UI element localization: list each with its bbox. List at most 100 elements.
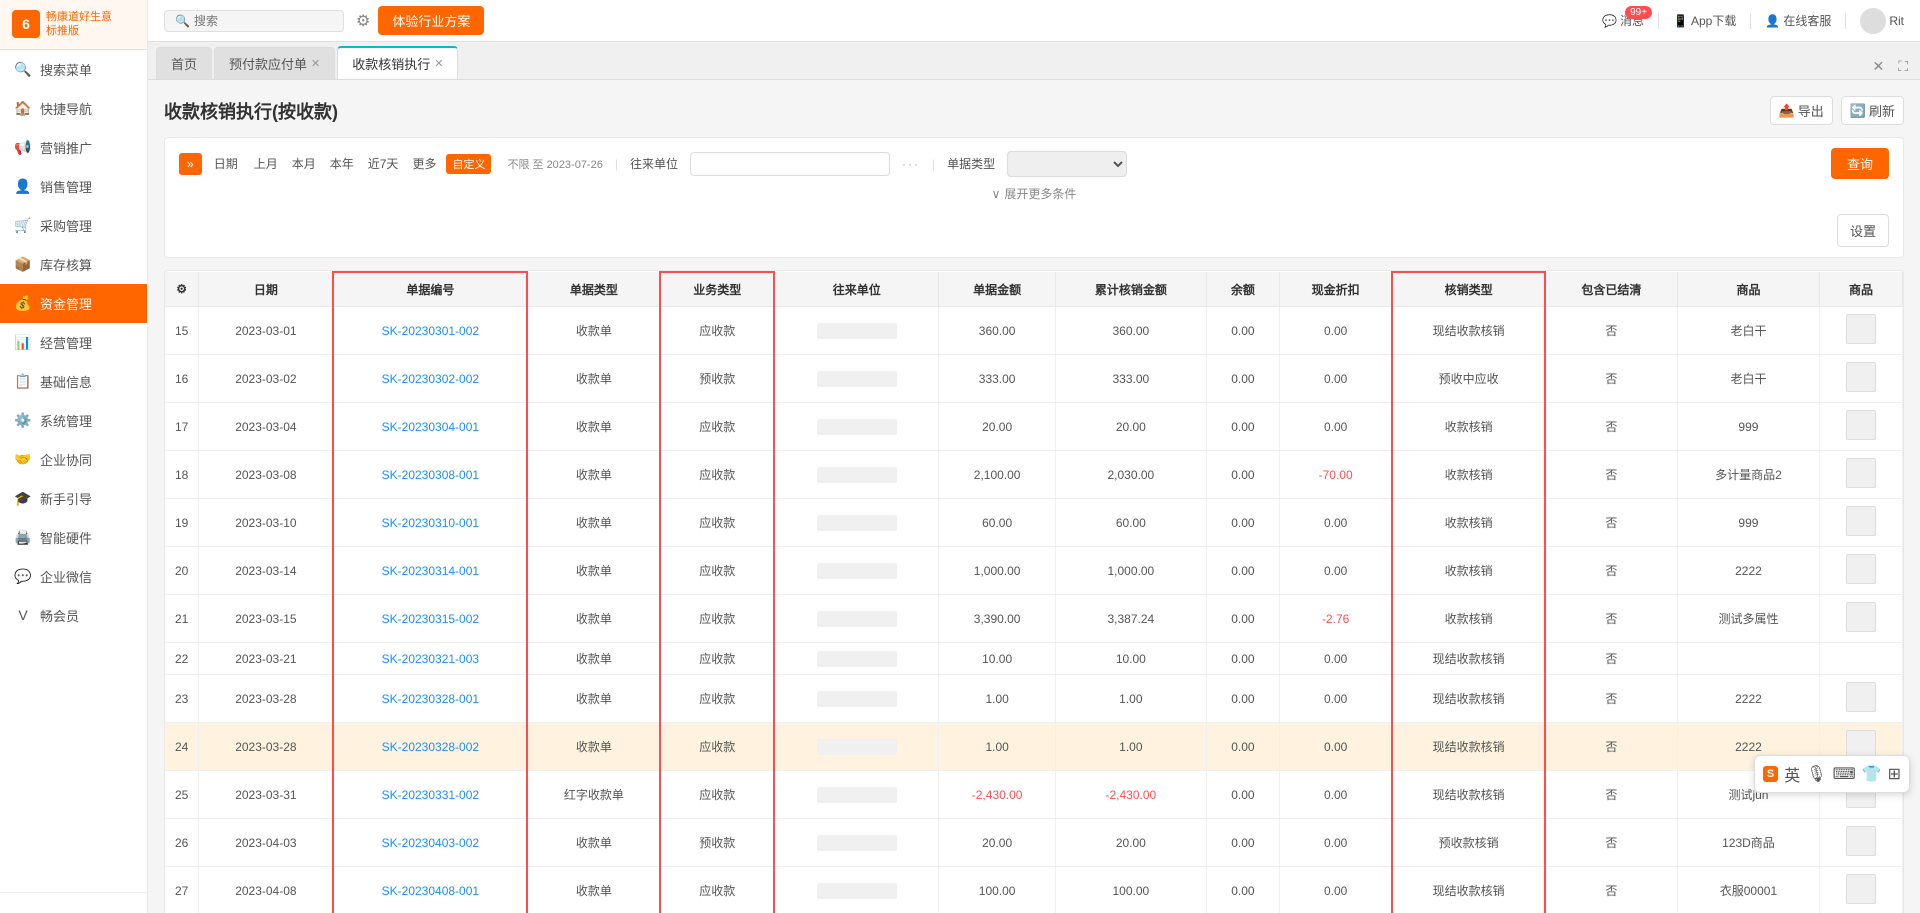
divider2 [1750, 13, 1751, 29]
td-no: 27 [165, 867, 199, 913]
partner-dots[interactable]: ··· [902, 157, 920, 171]
bill-no-link[interactable]: SK-20230328-002 [382, 740, 479, 754]
td-product: 2222 [1677, 547, 1819, 595]
sidebar-label-system: 系统管理 [40, 411, 92, 430]
filter-bar: » 日期 上月 本月 本年 近7天 更多 自定义 不限 至 2023-07-26… [164, 137, 1904, 258]
expand-icon[interactable]: ⛶ [1894, 54, 1912, 79]
bill-no-link[interactable]: SK-20230331-002 [382, 788, 479, 802]
bill-no-link[interactable]: SK-20230304-001 [382, 420, 479, 434]
ft-mic-icon[interactable]: 🎙 [1806, 764, 1826, 784]
app-download-label: App下载 [1691, 12, 1736, 29]
th-balance: 余额 [1206, 272, 1279, 307]
th-verify-type: 核销类型 [1392, 272, 1545, 307]
table-row: 24 2023-03-28 SK-20230328-002 收款单 应收款 1.… [165, 723, 1903, 771]
tab-prepay[interactable]: 预付款应付单✕ [214, 47, 335, 79]
ft-grid-icon[interactable]: ⊞ [1888, 764, 1901, 784]
message-button[interactable]: 💬 消息 99+ [1602, 12, 1644, 29]
td-no: 20 [165, 547, 199, 595]
date-range-display: 不限 至 2023-07-26 [507, 156, 602, 172]
sidebar-item-wechat[interactable]: 💬企业微信 [0, 557, 147, 596]
sidebar-item-enterprise[interactable]: 🤝企业协同 [0, 440, 147, 479]
bill-no-link[interactable]: SK-20230301-002 [382, 324, 479, 338]
topbar-search-box[interactable]: 🔍 [164, 10, 344, 32]
sidebar-item-system[interactable]: ⚙️系统管理 [0, 401, 147, 440]
query-button[interactable]: 查询 [1831, 148, 1889, 179]
bill-no-link[interactable]: SK-20230310-001 [382, 516, 479, 530]
bill-no-link[interactable]: SK-20230308-001 [382, 468, 479, 482]
td-product: 多计量商品2 [1677, 451, 1819, 499]
bill-no-link[interactable]: SK-20230403-002 [382, 836, 479, 850]
td-partner [774, 595, 939, 643]
td-included: 否 [1545, 723, 1677, 771]
td-date: 2023-03-28 [199, 723, 334, 771]
td-discount: -2.76 [1279, 595, 1392, 643]
sidebar-label-enterprise: 企业协同 [40, 450, 92, 469]
sidebar-item-search[interactable]: 🔍搜索菜单 [0, 50, 147, 89]
bill-no-link[interactable]: SK-20230302-002 [382, 372, 479, 386]
ft-keyboard-icon[interactable]: ⌨ [1833, 764, 1856, 784]
td-bill-type: 收款单 [527, 643, 660, 675]
sidebar-item-finance[interactable]: 💰资金管理 [0, 284, 147, 323]
phone-icon: 📱 [1673, 14, 1688, 28]
product-image [1846, 682, 1876, 712]
close-tab-icon[interactable]: ✕ [1868, 54, 1888, 79]
expand-more-conditions[interactable]: ∨ 展开更多条件 [179, 179, 1889, 208]
sidebar-item-operation[interactable]: 📊经营管理 [0, 323, 147, 362]
tab-close-prepay[interactable]: ✕ [311, 57, 320, 70]
td-product-img [1820, 355, 1903, 403]
bill-no-link[interactable]: SK-20230315-002 [382, 612, 479, 626]
bill-no-link[interactable]: SK-20230408-001 [382, 884, 479, 898]
td-verify-type: 预收款核销 [1392, 819, 1545, 867]
td-balance: 0.00 [1206, 403, 1279, 451]
bill-type-select[interactable] [1007, 151, 1127, 177]
sidebar-item-guide[interactable]: 🎓新手引导 [0, 479, 147, 518]
sidebar-item-marketing[interactable]: 📢营销推广 [0, 128, 147, 167]
td-balance: 0.00 [1206, 819, 1279, 867]
refresh-button[interactable]: 🔄 刷新 [1841, 96, 1904, 125]
bill-no-link[interactable]: SK-20230321-003 [382, 652, 479, 666]
date-custom-btn[interactable]: 自定义 [446, 154, 491, 174]
th-settings[interactable]: ⚙ [165, 272, 199, 307]
sidebar-item-sales[interactable]: 👤销售管理 [0, 167, 147, 206]
td-product: 123D商品 [1677, 819, 1819, 867]
tab-home[interactable]: 首页 [156, 47, 212, 79]
ft-shirt-icon[interactable]: 👕 [1862, 764, 1882, 784]
app-download-button[interactable]: 📱 App下载 [1673, 12, 1736, 29]
bill-no-link[interactable]: SK-20230328-001 [382, 692, 479, 706]
finance-icon: 💰 [14, 294, 32, 312]
sidebar-item-basic[interactable]: 📋基础信息 [0, 362, 147, 401]
sidebar-label-marketing: 营销推广 [40, 138, 92, 157]
sidebar-item-inventory[interactable]: 📦库存核算 [0, 245, 147, 284]
product-image [1846, 362, 1876, 392]
bill-no-link[interactable]: SK-20230314-001 [382, 564, 479, 578]
td-amount: 10.00 [939, 643, 1055, 675]
ft-label[interactable]: 英 [1784, 762, 1800, 786]
td-balance: 0.00 [1206, 595, 1279, 643]
sidebar-item-quick[interactable]: 🏠快捷导航 [0, 89, 147, 128]
date-more[interactable]: 更多 [408, 153, 440, 174]
online-service-button[interactable]: 👤 在线客服 [1765, 12, 1831, 29]
sidebar-item-member[interactable]: V畅会员 [0, 596, 147, 635]
tab-close-collect[interactable]: ✕ [434, 57, 443, 70]
date-prev-month[interactable]: 上月 [250, 153, 282, 174]
date-this-year[interactable]: 本年 [326, 153, 358, 174]
td-biz-type: 预收款 [660, 819, 774, 867]
sidebar-item-hardware[interactable]: 🖨️智能硬件 [0, 518, 147, 557]
td-bill-no: SK-20230301-002 [333, 307, 527, 355]
gear-icon[interactable]: ⚙ [356, 11, 370, 31]
message-icon: 💬 [1602, 14, 1617, 28]
sidebar-item-purchase[interactable]: 🛒采购管理 [0, 206, 147, 245]
date-this-month[interactable]: 本月 [288, 153, 320, 174]
partner-input[interactable] [690, 152, 890, 176]
user-profile[interactable]: Rit [1860, 8, 1904, 34]
export-icon: 📤 [1779, 103, 1795, 119]
filter-expand-button[interactable]: » [179, 153, 202, 175]
search-input[interactable] [194, 14, 333, 28]
tab-collect[interactable]: 收款核销执行✕ [337, 46, 458, 79]
export-button[interactable]: 📤 导出 [1770, 96, 1833, 125]
date-7days[interactable]: 近7天 [364, 153, 403, 174]
solution-button[interactable]: 体验行业方案 [378, 6, 484, 35]
th-product: 商品 [1677, 272, 1819, 307]
settings-button[interactable]: 设置 [1837, 214, 1889, 247]
td-bill-no: SK-20230314-001 [333, 547, 527, 595]
